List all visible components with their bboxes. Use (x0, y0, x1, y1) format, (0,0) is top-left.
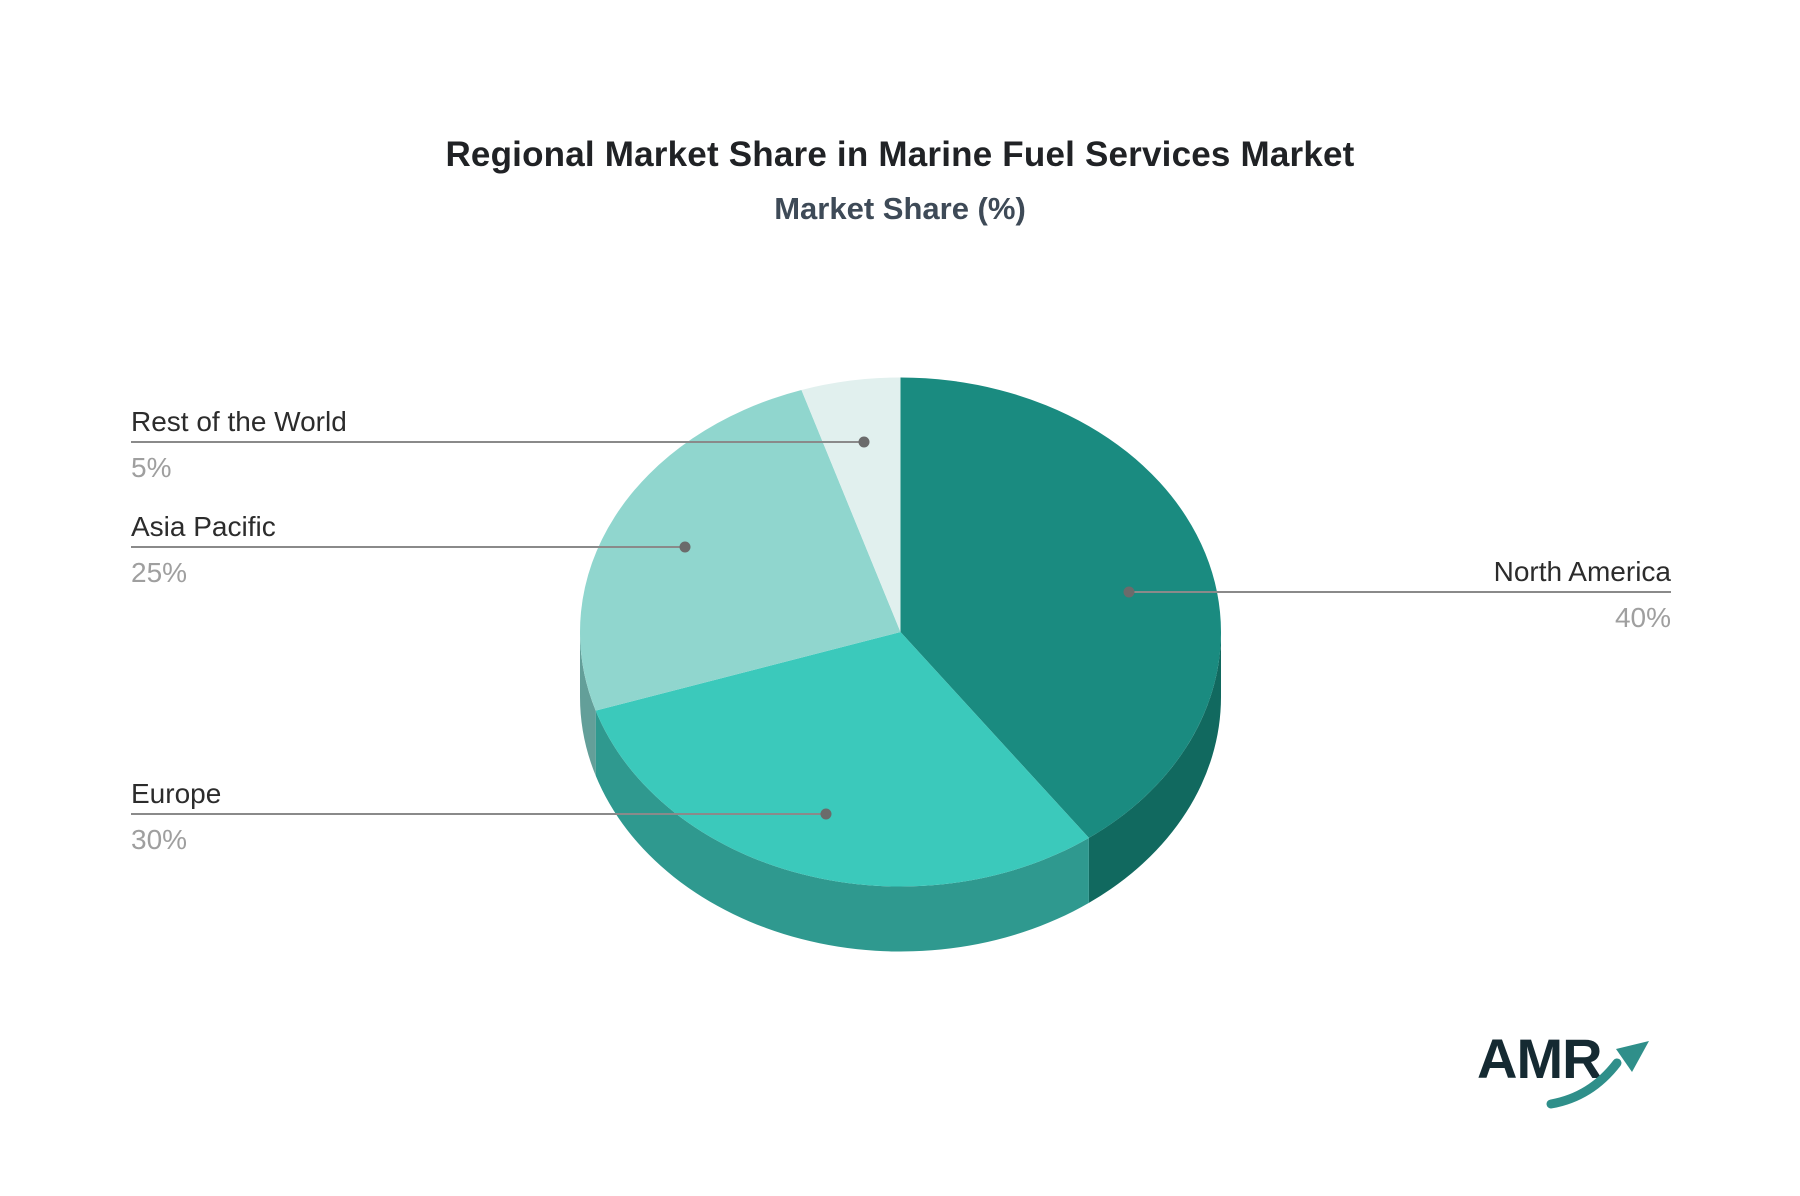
slice-label-name-north-america: North America (1493, 556, 1671, 587)
chart-canvas: Regional Market Share in Marine Fuel Ser… (0, 0, 1800, 1196)
leader-dot-asia-pacific (679, 541, 691, 553)
slice-label-name-asia-pacific: Asia Pacific (131, 511, 276, 542)
slice-label-value-rest-of-the-world: 5% (131, 452, 172, 483)
logo-arrow-icon (1546, 1041, 1649, 1109)
leader-dot-north-america (1123, 586, 1135, 598)
slice-label-name-europe: Europe (131, 778, 222, 809)
leader-dot-europe (820, 808, 832, 820)
pie-chart-svg (131, 377, 1671, 952)
slice-label-value-north-america: 40% (1614, 602, 1671, 633)
slice-label-name-rest-of-the-world: Rest of the World (131, 406, 347, 437)
slice-label-value-asia-pacific: 25% (131, 557, 188, 588)
leader-dot-rest-of-the-world (858, 436, 870, 448)
slice-label-value-europe: 30% (131, 824, 188, 855)
amr-logo: AMR (1477, 1028, 1697, 1118)
